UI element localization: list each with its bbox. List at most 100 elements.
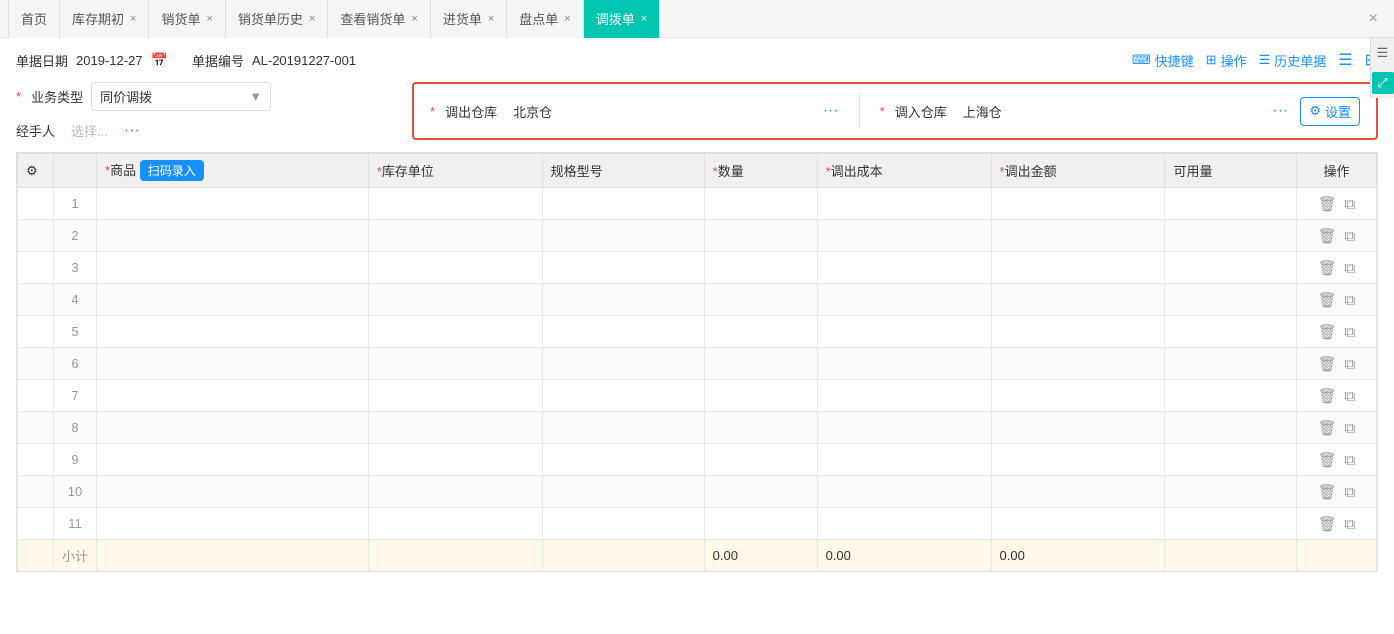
tab-close-stock-count[interactable]: × <box>564 13 570 25</box>
col-product-header: *商品 扫码录入 <box>97 154 369 188</box>
copy-row-icon[interactable]: ⧉ <box>1344 516 1355 533</box>
tab-close-sales-order[interactable]: × <box>206 13 212 25</box>
calendar-icon[interactable]: 📅 <box>151 52 168 69</box>
warehouse-in-label: 调入仓库 <box>895 102 947 121</box>
tab-inventory-init[interactable]: 库存期初 × <box>60 0 149 38</box>
subtotal-label: 小计 <box>54 540 97 572</box>
tab-stock-count[interactable]: 盘点单 × <box>507 0 583 38</box>
delete-row-icon[interactable]: 🗑 <box>1318 292 1337 309</box>
warehouse-in-more-btn[interactable]: ··· <box>1272 102 1288 120</box>
data-table: ⚙ *商品 扫码录入 *库存单位 规格型号 *数量 *调出成本 *调出金额 可用… <box>17 153 1377 572</box>
table-row: 1 🗑 ⧉ <box>18 188 1377 220</box>
col-settings-header[interactable]: ⚙ <box>18 154 54 188</box>
copy-row-icon[interactable]: ⧉ <box>1344 388 1355 405</box>
business-type-select[interactable]: 同价调拨 ▼ <box>91 82 271 111</box>
subtotal-amount: 0.00 <box>991 540 1165 572</box>
delete-row-icon[interactable]: 🗑 <box>1318 324 1337 341</box>
col-spec-header: 规格型号 <box>542 154 704 188</box>
table-row: 11 🗑 ⧉ <box>18 508 1377 540</box>
delete-row-icon[interactable]: 🗑 <box>1318 452 1337 469</box>
shortcut-icon: ⌨ <box>1132 52 1151 68</box>
table-row: 2 🗑 ⧉ <box>18 220 1377 252</box>
tab-view-sales[interactable]: 查看销货单 × <box>328 0 430 38</box>
table-row: 6 🗑 ⧉ <box>18 348 1377 380</box>
tab-sales-history[interactable]: 销货单历史 × <box>226 0 328 38</box>
settings-gear-icon: ⚙ <box>1309 103 1321 119</box>
delete-row-icon[interactable]: 🗑 <box>1318 196 1337 213</box>
settings-button[interactable]: ⚙ 设置 <box>1300 97 1360 126</box>
dropdown-arrow-icon: ▼ <box>249 89 262 104</box>
col-amount-header: *调出金额 <box>991 154 1165 188</box>
sidebar-list-icon[interactable]: ☰ <box>1372 42 1394 64</box>
header-actions: ⌨ 快捷键 ⊞ 操作 ☰ 历史单据 ☰ ⊟ <box>1132 50 1378 70</box>
table-row: 4 🗑 ⧉ <box>18 284 1377 316</box>
view-toggle-list[interactable]: ☰ <box>1338 50 1352 70</box>
table-row: 5 🗑 ⧉ <box>18 316 1377 348</box>
person-more-btn[interactable]: ··· <box>124 122 140 140</box>
warehouse-out-label: 调出仓库 <box>445 102 497 121</box>
form-left: * 业务类型 同价调拨 ▼ 经手人 选择... ··· <box>16 82 396 140</box>
person-input[interactable]: 选择... <box>71 121 108 140</box>
delete-row-icon[interactable]: 🗑 <box>1318 484 1337 501</box>
copy-row-icon[interactable]: ⧉ <box>1344 260 1355 277</box>
tab-bar-close-button[interactable]: × <box>1361 10 1386 28</box>
operation-btn[interactable]: ⊞ 操作 <box>1206 51 1247 70</box>
delete-row-icon[interactable]: 🗑 <box>1318 228 1337 245</box>
warehouse-out-more-btn[interactable]: ··· <box>823 102 839 120</box>
history-icon: ☰ <box>1259 52 1271 68</box>
warehouse-in-required: * <box>880 104 885 119</box>
col-unit-header: *库存单位 <box>368 154 542 188</box>
copy-row-icon[interactable]: ⧉ <box>1344 228 1355 245</box>
col-quantity-header: *数量 <box>704 154 817 188</box>
scan-button[interactable]: 扫码录入 <box>140 160 204 181</box>
copy-row-icon[interactable]: ⧉ <box>1344 196 1355 213</box>
warehouse-in-value: 上海仓 <box>963 102 1002 121</box>
table-row: 3 🗑 ⧉ <box>18 252 1377 284</box>
copy-row-icon[interactable]: ⧉ <box>1344 420 1355 437</box>
content-wrapper: 单据日期 2019-12-27 📅 单据编号 AL-20191227-001 ⌨… <box>0 38 1394 634</box>
right-sidebar: ☰ ⤢ <box>1370 38 1394 98</box>
doc-date-value: 2019-12-27 <box>76 53 143 68</box>
tab-close-purchase-order[interactable]: × <box>488 13 494 25</box>
delete-row-icon[interactable]: 🗑 <box>1318 420 1337 437</box>
tab-close-inventory-init[interactable]: × <box>130 13 136 25</box>
shortcut-btn[interactable]: ⌨ 快捷键 <box>1132 51 1194 70</box>
person-field: 经手人 选择... ··· <box>16 121 396 140</box>
warehouse-in-item: * 调入仓库 上海仓 ··· <box>880 102 1289 121</box>
tab-transfer[interactable]: 调拨单 × <box>584 0 660 38</box>
subtotal-quantity: 0.00 <box>704 540 817 572</box>
delete-row-icon[interactable]: 🗑 <box>1318 260 1337 277</box>
copy-row-icon[interactable]: ⧉ <box>1344 484 1355 501</box>
copy-row-icon[interactable]: ⧉ <box>1344 452 1355 469</box>
warehouse-out-value: 北京仓 <box>513 102 552 121</box>
table-row: 8 🗑 ⧉ <box>18 412 1377 444</box>
business-type-value: 同价调拨 <box>100 87 152 106</box>
delete-row-icon[interactable]: 🗑 <box>1318 388 1337 405</box>
business-type-label: 业务类型 <box>31 87 83 106</box>
doc-number-value: AL-20191227-001 <box>252 53 356 68</box>
col-cost-header: *调出成本 <box>817 154 991 188</box>
doc-date-label: 单据日期 <box>16 51 68 70</box>
copy-row-icon[interactable]: ⧉ <box>1344 356 1355 373</box>
tab-close-transfer[interactable]: × <box>641 13 647 25</box>
document-header: 单据日期 2019-12-27 📅 单据编号 AL-20191227-001 ⌨… <box>16 50 1378 70</box>
col-row-num-header <box>54 154 97 188</box>
table-row: 9 🗑 ⧉ <box>18 444 1377 476</box>
tab-close-sales-history[interactable]: × <box>309 13 315 25</box>
col-available-header: 可用量 <box>1165 154 1297 188</box>
warehouse-divider <box>859 94 860 128</box>
copy-row-icon[interactable]: ⧉ <box>1344 324 1355 341</box>
operation-icon: ⊞ <box>1206 52 1217 68</box>
tab-sales-order[interactable]: 销货单 × <box>149 0 225 38</box>
table-row: 10 🗑 ⧉ <box>18 476 1377 508</box>
tab-close-view-sales[interactable]: × <box>411 13 417 25</box>
person-label: 经手人 <box>16 121 55 140</box>
sidebar-expand-icon[interactable]: ⤢ <box>1372 72 1394 94</box>
table-wrapper: ⚙ *商品 扫码录入 *库存单位 规格型号 *数量 *调出成本 *调出金额 可用… <box>16 152 1378 572</box>
copy-row-icon[interactable]: ⧉ <box>1344 292 1355 309</box>
tab-home[interactable]: 首页 <box>8 0 60 38</box>
delete-row-icon[interactable]: 🗑 <box>1318 356 1337 373</box>
delete-row-icon[interactable]: 🗑 <box>1318 516 1337 533</box>
tab-purchase-order[interactable]: 进货单 × <box>431 0 507 38</box>
history-btn[interactable]: ☰ 历史单据 <box>1259 51 1327 70</box>
